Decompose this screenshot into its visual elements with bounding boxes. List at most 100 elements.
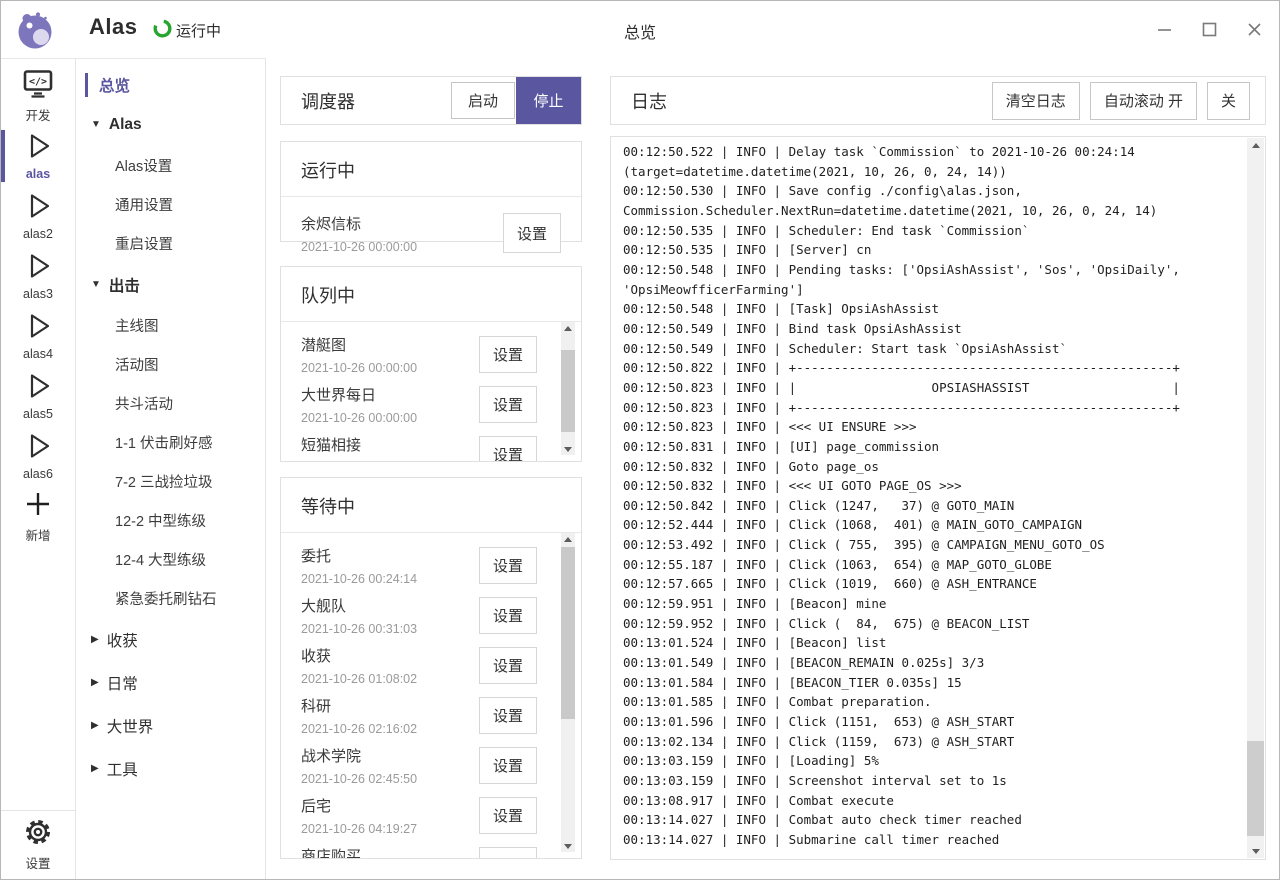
stop-button[interactable]: 停止 bbox=[516, 77, 581, 124]
task-settings-button[interactable]: 设置 bbox=[479, 747, 537, 784]
log-column: 日志 清空日志 自动滚动 开 关 00:12:50.522 | INFO | D… bbox=[596, 58, 1279, 879]
nav-item-coalition[interactable]: 共斗活动 bbox=[76, 384, 265, 423]
log-line: 00:12:53.492 | INFO | Click ( 755, 395) … bbox=[623, 535, 1241, 555]
nav-item-label: 活动图 bbox=[115, 354, 159, 375]
log-line: 00:13:08.917 | INFO | Combat execute bbox=[623, 791, 1241, 811]
log-line: 00:12:50.823 | INFO | +-----------------… bbox=[623, 398, 1241, 418]
task-settings-button[interactable]: 设置 bbox=[479, 436, 537, 462]
nav-item-label: 紧急委托刷钻石 bbox=[115, 588, 217, 609]
nav-item-tools[interactable]: ▶工具 bbox=[76, 747, 265, 790]
nav-item-event-map[interactable]: 活动图 bbox=[76, 345, 265, 384]
waiting-scrollbar[interactable] bbox=[561, 533, 575, 852]
rail-item-alas6[interactable]: alas6 bbox=[1, 426, 75, 486]
log-line: 00:13:01.585 | INFO | Combat preparation… bbox=[623, 692, 1241, 712]
task-settings-button[interactable]: 设置 bbox=[479, 797, 537, 834]
nav-item-overview[interactable]: 总览 bbox=[76, 67, 265, 103]
rail-item-label: alas6 bbox=[23, 467, 53, 481]
nav-item-label: Alas bbox=[109, 116, 142, 134]
task-row: 余烬信标 2021-10-26 00:00:00 设置 bbox=[301, 203, 561, 265]
start-button[interactable]: 启动 bbox=[451, 82, 515, 119]
task-settings-button[interactable]: 设置 bbox=[479, 386, 537, 423]
rail-item-alas2[interactable]: alas2 bbox=[1, 186, 75, 246]
nav-item-campaign[interactable]: ▼出击 bbox=[76, 263, 265, 306]
scroll-up-icon[interactable] bbox=[561, 533, 575, 545]
nav-item-daily[interactable]: ▶日常 bbox=[76, 661, 265, 704]
task-settings-button[interactable]: 设置 bbox=[479, 597, 537, 634]
triangle-right-icon: ▶ bbox=[91, 720, 99, 731]
task-next-run-time: 2021-10-26 00:00:00 bbox=[301, 461, 561, 462]
spinner-icon bbox=[152, 18, 173, 43]
scroll-up-icon[interactable] bbox=[561, 322, 575, 334]
rail-item-alas[interactable]: alas bbox=[1, 126, 75, 186]
scheduler-column: 调度器 启动 停止 运行中 余烬信标 2021-10-26 00:00:00 设… bbox=[266, 58, 596, 879]
rail-item-dev[interactable]: </> 开发 bbox=[1, 66, 75, 126]
log-scrollbar[interactable] bbox=[1247, 138, 1264, 858]
page-title: 总览 bbox=[341, 19, 939, 43]
nav-item-label: 1-1 伏击刷好感 bbox=[115, 432, 213, 453]
nav-item-label: 通用设置 bbox=[115, 194, 173, 215]
clear-log-button[interactable]: 清空日志 bbox=[992, 82, 1080, 120]
log-line: 00:13:01.584 | INFO | [BEACON_TIER 0.035… bbox=[623, 673, 1241, 693]
scrollbar-thumb[interactable] bbox=[1247, 741, 1264, 836]
scroll-up-icon[interactable] bbox=[1247, 138, 1264, 152]
log-line: 00:13:01.549 | INFO | [BEACON_REMAIN 0.0… bbox=[623, 653, 1241, 673]
log-line: 00:13:14.027 | INFO | Submarine call tim… bbox=[623, 830, 1241, 850]
log-line: 00:12:50.548 | INFO | Pending tasks: ['O… bbox=[623, 260, 1241, 280]
minimize-icon[interactable] bbox=[1155, 20, 1173, 38]
task-row: 科研 2021-10-26 02:16:02 设置 bbox=[301, 689, 561, 739]
nav-item-restart-settings[interactable]: 重启设置 bbox=[76, 224, 265, 263]
nav-item-reward[interactable]: ▶ 收获 bbox=[76, 618, 265, 661]
nav-item-map-1-1[interactable]: 1-1 伏击刷好感 bbox=[76, 423, 265, 462]
running-title: 运行中 bbox=[281, 142, 581, 197]
rail-item-label: alas2 bbox=[23, 227, 53, 241]
log-panel[interactable]: 00:12:50.522 | INFO | Delay task `Commis… bbox=[610, 136, 1266, 860]
task-row: 大舰队 2021-10-26 00:31:03 设置 bbox=[301, 589, 561, 639]
task-settings-button[interactable]: 设置 bbox=[479, 647, 537, 684]
scrollbar-thumb[interactable] bbox=[561, 350, 575, 432]
plus-icon bbox=[23, 489, 53, 524]
log-close-button[interactable]: 关 bbox=[1207, 82, 1250, 120]
nav-item-label: 收获 bbox=[107, 629, 138, 651]
rail-item-alas5[interactable]: alas5 bbox=[1, 366, 75, 426]
task-settings-button[interactable]: 设置 bbox=[479, 697, 537, 734]
close-icon[interactable] bbox=[1245, 20, 1263, 38]
nav-item-alas[interactable]: ▼Alas bbox=[76, 103, 265, 146]
nav-item-os[interactable]: ▶大世界 bbox=[76, 704, 265, 747]
nav-item-label: 主线图 bbox=[115, 315, 159, 336]
triangle-right-icon: ▶ bbox=[91, 634, 99, 645]
svg-text:</>: </> bbox=[29, 77, 47, 88]
scheduler-title: 调度器 bbox=[301, 88, 355, 114]
rail-item-settings[interactable]: 设置 bbox=[1, 810, 75, 877]
maximize-icon[interactable] bbox=[1200, 20, 1218, 38]
scroll-down-icon[interactable] bbox=[561, 443, 575, 455]
log-line: 00:13:01.524 | INFO | [Beacon] list bbox=[623, 633, 1241, 653]
log-line: 00:12:50.549 | INFO | Scheduler: Start t… bbox=[623, 339, 1241, 359]
scrollbar-thumb[interactable] bbox=[561, 547, 575, 719]
rail-item-alas4[interactable]: alas4 bbox=[1, 306, 75, 366]
autoscroll-toggle-button[interactable]: 自动滚动 开 bbox=[1090, 82, 1197, 120]
scroll-down-icon[interactable] bbox=[561, 840, 575, 852]
rail-item-label: 新增 bbox=[25, 525, 50, 544]
nav-item-alas-settings[interactable]: Alas设置 bbox=[76, 146, 265, 185]
nav-item-general-settings[interactable]: 通用设置 bbox=[76, 185, 265, 224]
task-settings-button[interactable]: 设置 bbox=[479, 547, 537, 584]
nav-item-urgent-commission[interactable]: 紧急委托刷钻石 bbox=[76, 579, 265, 618]
log-line: 00:13:03.159 | INFO | Screenshot interva… bbox=[623, 771, 1241, 791]
nav-item-main-chapter[interactable]: 主线图 bbox=[76, 306, 265, 345]
task-settings-button[interactable]: 设置 bbox=[503, 213, 561, 253]
play-icon bbox=[23, 311, 53, 346]
nav-item-map-12-2[interactable]: 12-2 中型练级 bbox=[76, 501, 265, 540]
nav-item-label: Alas设置 bbox=[115, 155, 172, 176]
task-settings-button[interactable]: 设置 bbox=[479, 336, 537, 373]
rail-item-alas3[interactable]: alas3 bbox=[1, 246, 75, 306]
nav-item-map-12-4[interactable]: 12-4 大型练级 bbox=[76, 540, 265, 579]
log-line: 00:12:50.832 | INFO | Goto page_os bbox=[623, 457, 1241, 477]
nav-item-label: 日常 bbox=[107, 672, 138, 694]
log-line: 00:12:50.823 | INFO | | OPSIASHASSIST | bbox=[623, 378, 1241, 398]
scroll-down-icon[interactable] bbox=[1247, 844, 1264, 858]
rail-item-add[interactable]: 新增 bbox=[1, 486, 75, 546]
pending-scrollbar[interactable] bbox=[561, 322, 575, 455]
log-line: 00:12:50.548 | INFO | [Task] OpsiAshAssi… bbox=[623, 299, 1241, 319]
nav-item-map-7-2[interactable]: 7-2 三战捡垃圾 bbox=[76, 462, 265, 501]
task-settings-button[interactable]: 设置 bbox=[479, 847, 537, 859]
